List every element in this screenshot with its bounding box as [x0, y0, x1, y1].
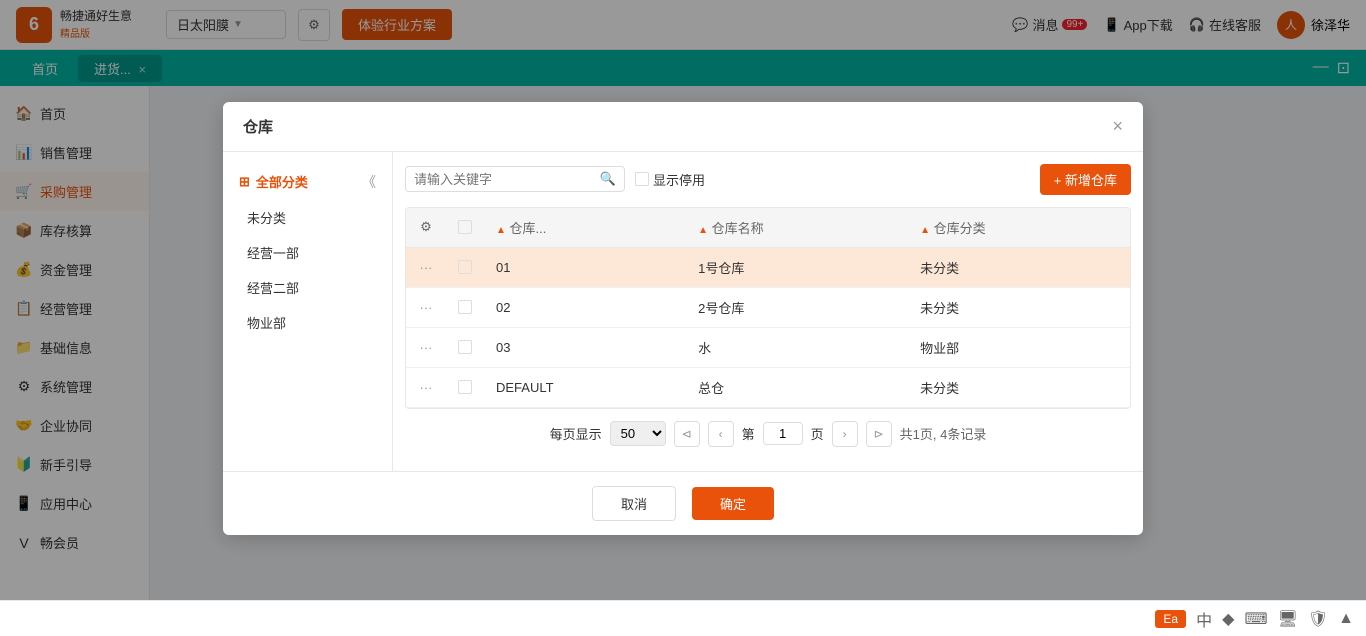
- show-disabled-label: 显示停用: [653, 170, 705, 189]
- table-row[interactable]: ··· 02 2号仓库 未分类: [406, 287, 1130, 327]
- row-check-cell: [446, 247, 484, 287]
- table-panel: 🔍 显示停用 + 新增仓库 ⚙: [393, 152, 1143, 471]
- warehouse-modal: 仓库 × ⊞ 全部分类 《 未分类 经营一部: [223, 102, 1143, 535]
- th-gear: ⚙: [406, 208, 446, 248]
- page-input[interactable]: [763, 422, 803, 445]
- row-num-cell: DEFAULT: [484, 367, 686, 407]
- show-disabled-toggle[interactable]: 显示停用: [635, 170, 705, 189]
- th-name: ▲ 仓库名称: [686, 208, 908, 248]
- chevron-up-icon[interactable]: ▲: [1338, 610, 1354, 628]
- cancel-button[interactable]: 取消: [592, 486, 676, 521]
- page-label: 页: [811, 424, 824, 443]
- row-action-icon[interactable]: ···: [420, 260, 433, 275]
- bottom-bar: Ea 中 ◆ ⌨ 🖥 🛡 ▲: [0, 600, 1366, 636]
- category-all-label: ⊞ 全部分类: [239, 172, 308, 191]
- modal-header: 仓库 ×: [223, 102, 1143, 152]
- row-name-cell: 水: [686, 327, 908, 367]
- warehouse-table-wrapper: ⚙ ▲ 仓库... ▲: [405, 207, 1131, 409]
- table-header-row: ⚙ ▲ 仓库... ▲: [406, 208, 1130, 248]
- keyboard-icon[interactable]: ⌨: [1244, 609, 1267, 629]
- row-action-icon[interactable]: ···: [420, 300, 433, 315]
- category-item-unclassified[interactable]: 未分类: [223, 200, 392, 235]
- row-checkbox[interactable]: [458, 340, 472, 354]
- per-page-label: 每页显示: [550, 424, 602, 443]
- pagination: 每页显示 50 20 100 ⊲ ‹ 第 页 › ⊳ 共1页, 4条记录: [405, 409, 1131, 459]
- row-check-cell: [446, 327, 484, 367]
- modal-overlay: 仓库 × ⊞ 全部分类 《 未分类 经营一部: [0, 0, 1366, 636]
- category-item-ops2[interactable]: 经营二部: [223, 270, 392, 305]
- collapse-icon[interactable]: 《: [362, 172, 376, 192]
- row-check-cell: [446, 287, 484, 327]
- table-row[interactable]: ··· 03 水 物业部: [406, 327, 1130, 367]
- row-num-cell: 01: [484, 247, 686, 287]
- row-checkbox[interactable]: [458, 380, 472, 394]
- per-page-select[interactable]: 50 20 100: [610, 421, 666, 446]
- sort-cat-icon: ▲: [920, 225, 930, 236]
- confirm-button[interactable]: 确定: [692, 487, 774, 520]
- th-category: ▲ 仓库分类: [908, 208, 1130, 248]
- th-check: [446, 208, 484, 248]
- sort-up-icon: ▲: [496, 225, 506, 236]
- category-all-header[interactable]: ⊞ 全部分类 《: [223, 164, 392, 200]
- row-action-icon[interactable]: ···: [420, 340, 433, 355]
- prev-page-btn[interactable]: ‹: [708, 421, 734, 447]
- gear-icon: ⚙: [420, 219, 432, 234]
- grid-icon: ⊞: [239, 174, 250, 190]
- select-all-checkbox[interactable]: [458, 220, 472, 234]
- row-name-cell: 总仓: [686, 367, 908, 407]
- search-input[interactable]: [414, 172, 600, 187]
- category-item-ops1[interactable]: 经营一部: [223, 235, 392, 270]
- modal-footer: 取消 确定: [223, 471, 1143, 535]
- input-method-icon[interactable]: 中: [1196, 607, 1212, 631]
- category-panel: ⊞ 全部分类 《 未分类 经营一部 经营二部 物业部: [223, 152, 393, 471]
- add-warehouse-button[interactable]: + 新增仓库: [1040, 164, 1131, 195]
- show-disabled-checkbox[interactable]: [635, 172, 649, 186]
- shield-icon: 🛡: [1308, 609, 1328, 629]
- row-category-cell: 未分类: [908, 367, 1130, 407]
- monitor-icon: 🖥: [1278, 609, 1298, 629]
- row-name-cell: 1号仓库: [686, 247, 908, 287]
- table-toolbar: 🔍 显示停用 + 新增仓库: [405, 164, 1131, 195]
- row-category-cell: 未分类: [908, 287, 1130, 327]
- diamond-icon: ◆: [1222, 609, 1234, 629]
- last-page-btn[interactable]: ⊳: [866, 421, 892, 447]
- warehouse-table: ⚙ ▲ 仓库... ▲: [406, 208, 1130, 408]
- table-body: ··· 01 1号仓库 未分类 ··· 02 2号仓库 未分类 ···: [406, 247, 1130, 407]
- modal-title: 仓库: [243, 116, 273, 137]
- table-row[interactable]: ··· DEFAULT 总仓 未分类: [406, 367, 1130, 407]
- sort-name-icon: ▲: [698, 225, 708, 236]
- row-gear-cell: ···: [406, 287, 446, 327]
- row-name-cell: 2号仓库: [686, 287, 908, 327]
- row-num-cell: 02: [484, 287, 686, 327]
- next-page-btn[interactable]: ›: [832, 421, 858, 447]
- modal-body: ⊞ 全部分类 《 未分类 经营一部 经营二部 物业部: [223, 152, 1143, 471]
- page-label-pre: 第: [742, 424, 755, 443]
- ea-badge: Ea: [1155, 610, 1186, 628]
- modal-close-button[interactable]: ×: [1112, 116, 1123, 137]
- row-gear-cell: ···: [406, 247, 446, 287]
- row-checkbox[interactable]: [458, 300, 472, 314]
- table-row[interactable]: ··· 01 1号仓库 未分类: [406, 247, 1130, 287]
- category-item-property[interactable]: 物业部: [223, 305, 392, 340]
- row-checkbox[interactable]: [458, 260, 472, 274]
- row-action-icon[interactable]: ···: [420, 380, 433, 395]
- search-icon[interactable]: 🔍: [600, 171, 616, 187]
- total-info: 共1页, 4条记录: [900, 424, 987, 443]
- row-gear-cell: ···: [406, 327, 446, 367]
- th-code: ▲ 仓库...: [484, 208, 686, 248]
- row-category-cell: 未分类: [908, 247, 1130, 287]
- search-input-wrapper: 🔍: [405, 166, 625, 192]
- row-check-cell: [446, 367, 484, 407]
- row-category-cell: 物业部: [908, 327, 1130, 367]
- row-gear-cell: ···: [406, 367, 446, 407]
- first-page-btn[interactable]: ⊲: [674, 421, 700, 447]
- row-num-cell: 03: [484, 327, 686, 367]
